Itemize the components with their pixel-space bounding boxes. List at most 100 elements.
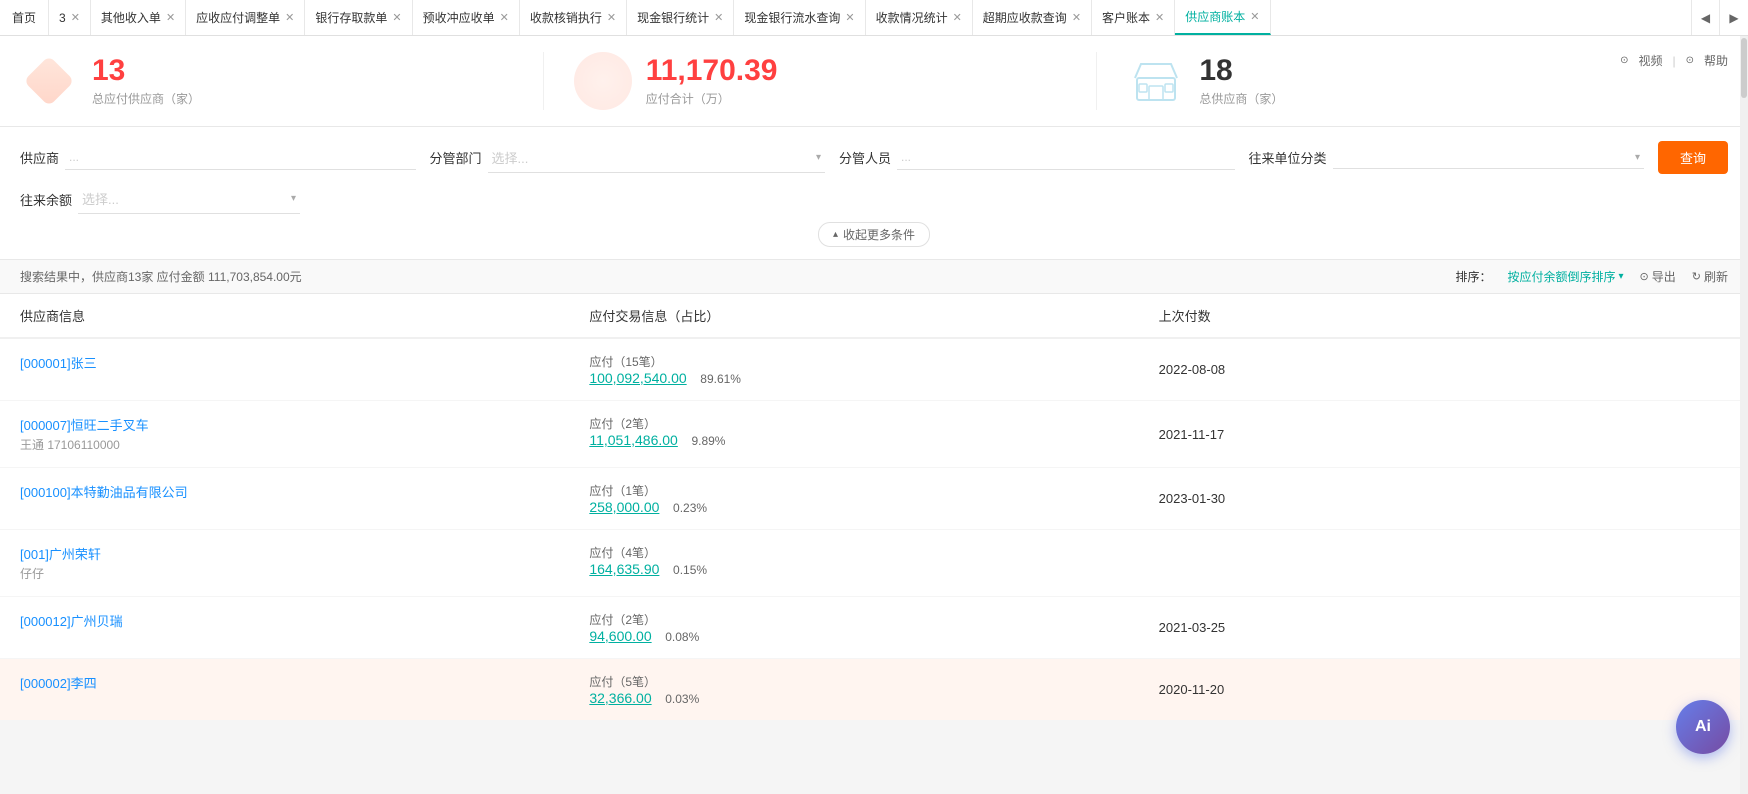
supplier-input[interactable]: ... [65, 145, 415, 170]
ai-label: Ai [1695, 718, 1711, 736]
filter-row-1: 供应商 ... 分管部门 选择... ▾ 分管人员 ... 往来单位分类 ▾ [20, 141, 1728, 174]
supplier-link[interactable]: [001] [20, 547, 49, 562]
help-link[interactable]: 帮助 [1704, 52, 1728, 69]
balance-select[interactable]: 选择... ▾ [78, 184, 300, 214]
header-links: ⊙ 视频 | ⊙ 帮助 [1620, 52, 1728, 69]
nav-tab-collection-verify[interactable]: 收款核销执行 ✕ [520, 0, 627, 35]
tx-amount[interactable]: 100,092,540.00 [589, 370, 686, 386]
refresh-button[interactable]: ↻ 刷新 [1692, 268, 1728, 285]
close-icon[interactable]: ✕ [845, 11, 854, 24]
scrollbar-thumb[interactable] [1741, 38, 1747, 98]
dept-select[interactable]: 选择... ▾ [488, 143, 825, 173]
chevron-down-icon-4: ▾ [1619, 271, 1624, 282]
dept-placeholder: 选择... [492, 148, 529, 167]
last-pay-date: 2021-03-25 [1159, 611, 1728, 644]
supplier-name-link[interactable]: 广州贝瑞 [71, 614, 123, 629]
nav-tab-adjust[interactable]: 应收应付调整单 ✕ [186, 0, 305, 35]
supplier-name-link[interactable]: 恒旺二手叉车 [71, 418, 149, 433]
data-table: 供应商信息 应付交易信息（占比） 上次付数 [000001]张三 应付（15笔）… [0, 294, 1748, 721]
nav-tab-bank-deposit[interactable]: 银行存取款单 ✕ [305, 0, 412, 35]
supplier-name-link[interactable]: 广州荣轩 [49, 547, 101, 562]
close-icon[interactable]: ✕ [714, 11, 723, 24]
nav-tab-customer-ledger[interactable]: 客户账本 ✕ [1092, 0, 1175, 35]
table-row[interactable]: [000007]恒旺二手叉车 王通 17106110000 应付（2笔） 11,… [0, 401, 1748, 468]
close-icon[interactable]: ✕ [1155, 11, 1164, 24]
table-row[interactable]: [000012]广州贝瑞 应付（2笔） 94,600.00 0.08% 2021… [0, 597, 1748, 659]
transaction-info: 应付（1笔） 258,000.00 0.23% [589, 482, 1158, 515]
close-icon[interactable]: ✕ [392, 11, 401, 24]
collapse-filter-button[interactable]: ▴ 收起更多条件 [818, 222, 930, 247]
sort-select[interactable]: 按应付余额倒序排序 ▾ [1507, 268, 1623, 285]
refresh-label: 刷新 [1704, 268, 1728, 285]
supplier-name-link[interactable]: 李四 [71, 676, 97, 691]
table-row[interactable]: [000001]张三 应付（15笔） 100,092,540.00 89.61%… [0, 339, 1748, 401]
nav-tab-home[interactable]: 首页 [0, 0, 49, 35]
table-row-highlighted[interactable]: [000002]李四 应付（5笔） 32,366.00 0.03% 2020-1… [0, 659, 1748, 721]
supplier-placeholder: ... [69, 150, 79, 164]
col-header-transaction: 应付交易信息（占比） [589, 306, 1158, 325]
tx-amount[interactable]: 94,600.00 [589, 628, 651, 644]
export-button[interactable]: ⊙ 导出 [1640, 268, 1676, 285]
nav-tab-overdue[interactable]: 超期应收款查询 ✕ [973, 0, 1092, 35]
table-row[interactable]: [001]广州荣轩 仔仔 应付（4笔） 164,635.90 0.15% [0, 530, 1748, 597]
nav-next-arrow[interactable]: ▶ [1720, 0, 1748, 36]
close-icon[interactable]: ✕ [953, 11, 962, 24]
category-label: 往来单位分类 [1249, 148, 1327, 167]
chevron-down-icon-3: ▾ [291, 193, 296, 204]
supplier-link[interactable]: [000002] [20, 676, 71, 691]
category-filter: 往来单位分类 ▾ [1249, 147, 1645, 169]
tx-amount[interactable]: 258,000.00 [589, 499, 659, 515]
nav-tab-cash-flow[interactable]: 现金银行流水查询 ✕ [734, 0, 865, 35]
close-icon[interactable]: ✕ [285, 11, 294, 24]
nav-tab-prepay[interactable]: 预收冲应收单 ✕ [413, 0, 520, 35]
top-navigation: 首页 3 ✕ 其他收入单 ✕ 应收应付调整单 ✕ 银行存取款单 ✕ 预收冲应收单… [0, 0, 1748, 36]
supplier-link[interactable]: [000001] [20, 356, 71, 371]
supplier-sub-info: 王通 17106110000 [20, 436, 589, 453]
result-summary-text: 搜索结果中，供应商13家 应付金额 111,703,854.00元 [20, 268, 302, 285]
export-label: 导出 [1652, 268, 1676, 285]
nav-prev-arrow[interactable]: ◀ [1692, 0, 1720, 36]
total-payable-label: 应付合计（万） [646, 90, 778, 107]
balance-placeholder: 选择... [82, 189, 119, 208]
export-icon: ⊙ [1640, 270, 1649, 283]
close-icon[interactable]: ✕ [166, 11, 175, 24]
close-icon[interactable]: ✕ [500, 11, 509, 24]
tx-amount[interactable]: 32,366.00 [589, 690, 651, 706]
tx-label: 应付（1笔） [589, 482, 1158, 499]
supplier-name-link[interactable]: 本特勤油品有限公司 [71, 485, 188, 500]
nav-tab-supplier-ledger[interactable]: 供应商账本 ✕ [1175, 0, 1270, 35]
table-row[interactable]: [000100]本特勤油品有限公司 应付（1笔） 258,000.00 0.23… [0, 468, 1748, 530]
tx-percent: 89.61% [700, 372, 741, 386]
tx-percent: 0.08% [665, 630, 699, 644]
person-filter: 分管人员 ... [839, 145, 1235, 170]
scrollbar[interactable] [1740, 36, 1748, 794]
chevron-left-icon: ◀ [1701, 11, 1710, 25]
supplier-info: [000012]广州贝瑞 [20, 611, 589, 644]
supplier-link[interactable]: [000100] [20, 485, 71, 500]
close-icon[interactable]: ✕ [607, 11, 616, 24]
nav-tab-cash-bank-stat[interactable]: 现金银行统计 ✕ [627, 0, 734, 35]
category-select[interactable]: ▾ [1333, 147, 1644, 169]
close-icon[interactable]: ✕ [1072, 11, 1081, 24]
person-input[interactable]: ... [897, 145, 1234, 170]
ai-assistant-button[interactable]: Ai [1676, 700, 1730, 754]
transaction-info: 应付（2笔） 11,051,486.00 9.89% [589, 415, 1158, 453]
tx-label: 应付（2笔） [589, 611, 1158, 628]
circle-icon-2: ⊙ [1686, 55, 1694, 66]
nav-tab-other-income[interactable]: 其他收入单 ✕ [91, 0, 186, 35]
payable-suppliers-number: 13 [92, 56, 200, 86]
tx-amount[interactable]: 164,635.90 [589, 561, 659, 577]
video-link[interactable]: 视频 [1638, 52, 1662, 69]
supplier-link[interactable]: [000007] [20, 418, 71, 433]
dept-label: 分管部门 [430, 148, 482, 167]
close-icon[interactable]: ✕ [1250, 10, 1259, 23]
tx-amount[interactable]: 11,051,486.00 [589, 432, 678, 448]
tx-label: 应付（5笔） [589, 673, 1158, 690]
close-icon[interactable]: ✕ [71, 11, 80, 24]
supplier-link[interactable]: [000012] [20, 614, 71, 629]
nav-tab-collection-stat[interactable]: 收款情况统计 ✕ [866, 0, 973, 35]
search-button[interactable]: 查询 [1658, 141, 1728, 174]
nav-tab-3[interactable]: 3 ✕ [49, 0, 91, 35]
supplier-name-link[interactable]: 张三 [71, 356, 97, 371]
refresh-icon: ↻ [1692, 270, 1701, 283]
